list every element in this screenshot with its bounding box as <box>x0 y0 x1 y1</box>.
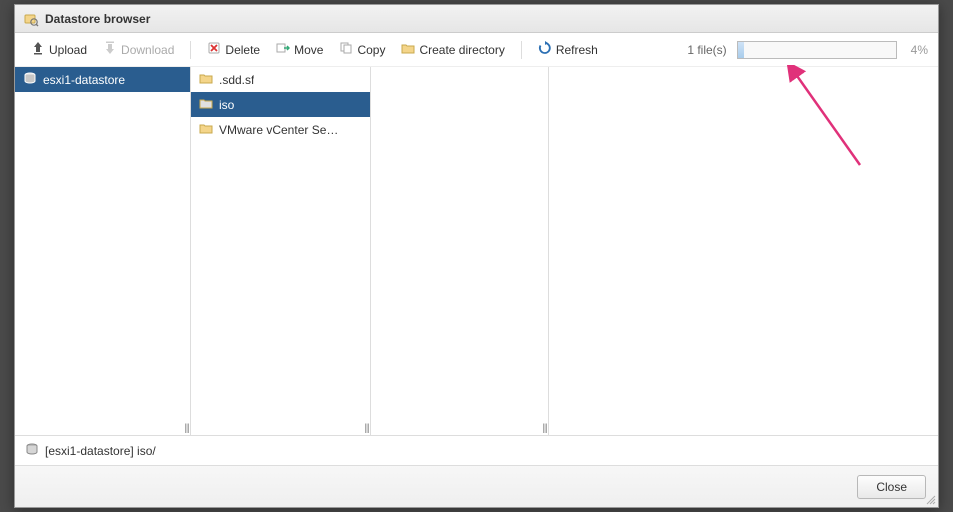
move-icon <box>276 41 290 58</box>
folder-item[interactable]: VMware vCenter Se… <box>191 117 370 142</box>
upload-progress <box>737 41 897 59</box>
upload-label: Upload <box>49 43 87 57</box>
column-resize-handle[interactable]: ||| <box>363 421 370 435</box>
copy-button[interactable]: Copy <box>333 38 391 61</box>
dialog-resize-grip[interactable] <box>924 493 936 505</box>
folder-new-icon <box>401 41 415 58</box>
column-resize-handle[interactable]: ||| <box>541 421 548 435</box>
download-label: Download <box>121 43 174 57</box>
datastore-item-label: esxi1-datastore <box>43 73 125 87</box>
dialog-title: Datastore browser <box>45 12 150 26</box>
create-directory-label: Create directory <box>419 43 504 57</box>
delete-label: Delete <box>225 43 260 57</box>
column-3 <box>549 67 938 435</box>
folder-icon <box>199 121 213 138</box>
folder-icon <box>199 71 213 88</box>
refresh-label: Refresh <box>556 43 598 57</box>
download-button: Download <box>97 38 180 61</box>
folder-item[interactable]: .sdd.sf <box>191 67 370 92</box>
folder-item-label: .sdd.sf <box>219 73 254 87</box>
path-bar: [esxi1-datastore] iso/ <box>15 435 938 465</box>
column-0: esxi1-datastore ||| <box>15 67 191 435</box>
toolbar: Upload Download Delete Move Copy <box>15 33 938 67</box>
move-button[interactable]: Move <box>270 38 329 61</box>
folder-item-label: iso <box>219 98 234 112</box>
delete-icon <box>207 41 221 58</box>
refresh-icon <box>538 41 552 58</box>
move-label: Move <box>294 43 323 57</box>
column-resize-handle[interactable]: ||| <box>183 421 190 435</box>
magnifier-datastore-icon <box>23 11 39 27</box>
datastore-icon <box>23 71 37 88</box>
copy-icon <box>339 41 353 58</box>
separator <box>521 41 522 59</box>
folder-item[interactable]: iso <box>191 92 370 117</box>
refresh-button[interactable]: Refresh <box>532 38 604 61</box>
column-2: ||| <box>371 67 549 435</box>
folder-icon <box>199 96 213 113</box>
path-text: [esxi1-datastore] iso/ <box>45 444 156 458</box>
delete-button[interactable]: Delete <box>201 38 266 61</box>
dialog-footer: Close <box>15 465 938 507</box>
download-icon <box>103 41 117 58</box>
folder-item-label: VMware vCenter Se… <box>219 123 338 137</box>
column-1: .sdd.sf iso VMware vCenter Se… ||| <box>191 67 371 435</box>
column-browser: esxi1-datastore ||| .sdd.sf iso <box>15 67 938 435</box>
files-count: 1 file(s) <box>687 43 726 57</box>
copy-label: Copy <box>357 43 385 57</box>
close-button[interactable]: Close <box>857 475 926 499</box>
datastore-icon <box>25 442 39 459</box>
datastore-item[interactable]: esxi1-datastore <box>15 67 190 92</box>
upload-button[interactable]: Upload <box>25 38 93 61</box>
upload-percent: 4% <box>911 43 928 57</box>
upload-icon <box>31 41 45 58</box>
create-directory-button[interactable]: Create directory <box>395 38 510 61</box>
datastore-browser-dialog: Datastore browser Upload Download Delete <box>14 4 939 508</box>
separator <box>190 41 191 59</box>
titlebar: Datastore browser <box>15 5 938 33</box>
upload-progress-fill <box>738 42 744 58</box>
